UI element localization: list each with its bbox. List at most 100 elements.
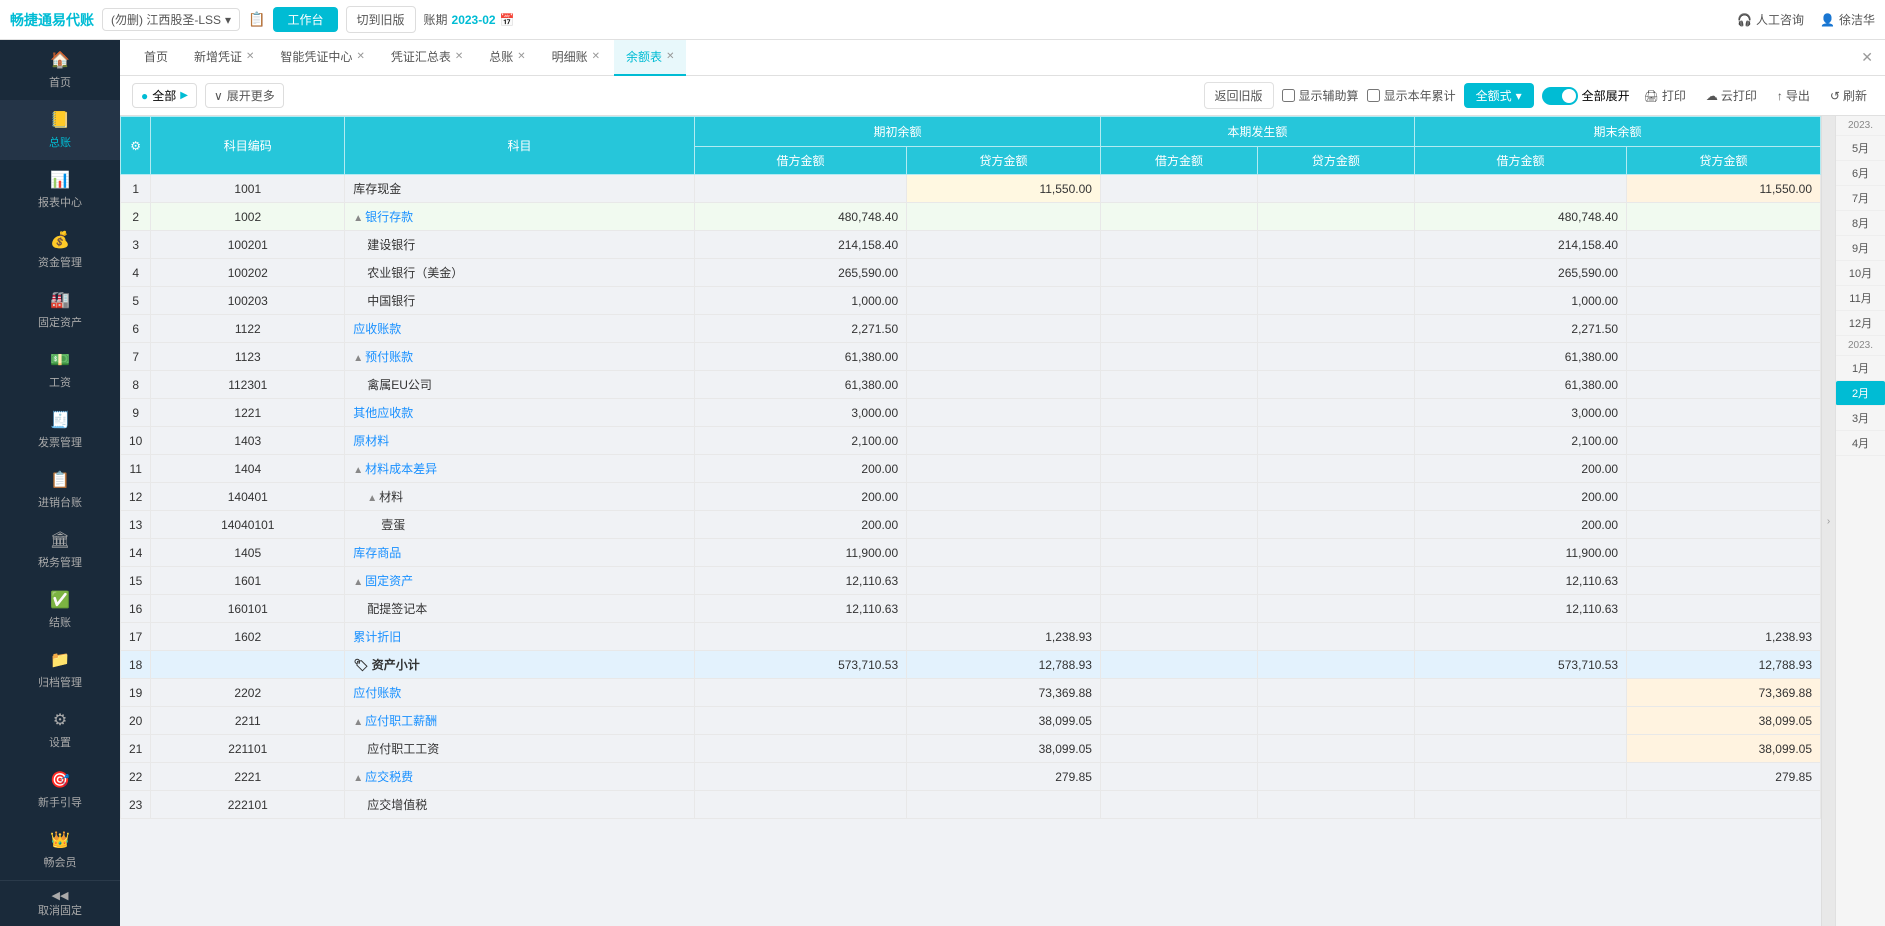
sidebar-icon: 🏭 — [50, 290, 70, 310]
sidebar-item-总账[interactable]: 📒总账 — [0, 100, 120, 160]
tab-close-icon[interactable]: ✕ — [455, 51, 463, 62]
tab-智能凭证中心[interactable]: 智能凭证中心✕ — [268, 40, 376, 76]
panel-month[interactable]: 2月 — [1836, 381, 1885, 406]
account-link[interactable]: 应交税费 — [365, 770, 413, 784]
account-link[interactable]: 累计折旧 — [353, 630, 401, 644]
account-link[interactable]: 其他应收款 — [353, 406, 413, 420]
account-link[interactable]: 固定资产 — [365, 574, 413, 588]
expand-tree-icon[interactable]: ▲ — [353, 773, 363, 784]
tab-总账[interactable]: 总账✕ — [477, 40, 537, 76]
unpin-bottom[interactable]: ◀◀ 取消固定 — [0, 880, 120, 926]
tab-凭证汇总表[interactable]: 凭证汇总表✕ — [379, 40, 475, 76]
panel-month[interactable]: 5月 — [1836, 136, 1885, 161]
close-all-icon[interactable]: ✕ — [1861, 49, 1873, 66]
sidebar-item-发票管理[interactable]: 🧾发票管理 — [0, 400, 120, 460]
account-link[interactable]: 库存商品 — [353, 546, 401, 560]
row-name: 应交增值税 — [345, 791, 695, 819]
panel-month[interactable]: 9月 — [1836, 236, 1885, 261]
show-aux-checkbox[interactable]: 显示辅助算 — [1282, 87, 1359, 104]
switch-old-button[interactable]: 切到旧版 — [346, 6, 416, 33]
sidebar-item-资金管理[interactable]: 💰资金管理 — [0, 220, 120, 280]
show-aux-input[interactable] — [1282, 89, 1295, 102]
panel-month[interactable]: 4月 — [1836, 431, 1885, 456]
cb-credit — [1627, 567, 1821, 595]
tab-余额表[interactable]: 余额表✕ — [614, 40, 686, 76]
row-seq: 5 — [121, 287, 151, 315]
tab-close-icon[interactable]: ✕ — [666, 51, 674, 62]
sidebar-item-归档管理[interactable]: 📁归档管理 — [0, 640, 120, 700]
show-ytd-input[interactable] — [1367, 89, 1380, 102]
tab-close-icon[interactable]: ✕ — [592, 51, 600, 62]
sidebar-item-首页[interactable]: 🏠首页 — [0, 40, 120, 100]
return-old-btn[interactable]: 返回旧版 — [1204, 82, 1274, 109]
sidebar-item-设置[interactable]: ⚙设置 — [0, 700, 120, 760]
panel-month[interactable]: 10月 — [1836, 261, 1885, 286]
expand-tree-icon[interactable]: ▲ — [353, 465, 363, 476]
service-btn[interactable]: 🎧 人工咨询 — [1737, 11, 1804, 28]
sidebar-item-新手引导[interactable]: 🎯新手引导 — [0, 760, 120, 820]
ob-credit-header: 贷方金额 — [907, 147, 1101, 175]
sidebar-label: 工资 — [49, 374, 71, 390]
panel-month[interactable]: 12月 — [1836, 311, 1885, 336]
expand-tree-icon[interactable]: ▲ — [353, 213, 363, 224]
cloud-print-btn[interactable]: ☁ 云打印 — [1700, 84, 1763, 107]
expand-tree-icon[interactable]: ▲ — [353, 717, 363, 728]
expand-tree-icon[interactable]: ▲ — [367, 493, 377, 504]
cb-debit: 3,000.00 — [1414, 399, 1626, 427]
user-profile[interactable]: 👤 徐洁华 — [1820, 11, 1875, 28]
table-row: 22 2221 ▲应交税费 279.85 279.85 — [121, 763, 1821, 791]
panel-month[interactable]: 1月 — [1836, 356, 1885, 381]
refresh-btn[interactable]: ↺ 刷新 — [1824, 84, 1873, 107]
sidebar-item-结账[interactable]: ✅结账 — [0, 580, 120, 640]
format-btn[interactable]: 全额式 ▾ — [1464, 83, 1534, 108]
print-btn[interactable]: 🖨 打印 — [1638, 84, 1692, 107]
panel-month[interactable]: 11月 — [1836, 286, 1885, 311]
panel-month[interactable]: 7月 — [1836, 186, 1885, 211]
tab-首页[interactable]: 首页 — [132, 40, 180, 76]
sidebar-item-工资[interactable]: 💵工资 — [0, 340, 120, 400]
expand-more-btn[interactable]: ∨ 展开更多 — [205, 83, 284, 108]
toggle-switch[interactable] — [1542, 87, 1578, 105]
cb-debit: 61,380.00 — [1414, 371, 1626, 399]
sidebar-icon: 🧾 — [50, 410, 70, 430]
ob-credit — [907, 259, 1101, 287]
expand-tree-icon[interactable]: ▲ — [353, 353, 363, 364]
tab-close-icon[interactable]: ✕ — [246, 51, 254, 62]
copy-icon[interactable]: 📋 — [248, 11, 265, 28]
calendar-icon[interactable]: 📅 — [500, 13, 515, 27]
sidebar-item-报表中心[interactable]: 📊报表中心 — [0, 160, 120, 220]
row-name: 🏷 资产小计 — [345, 651, 695, 679]
filter-dropdown[interactable]: ● 全部 ▶ — [132, 83, 197, 108]
sidebar-item-税务管理[interactable]: 🏛税务管理 — [0, 520, 120, 580]
account-link[interactable]: 应付账款 — [353, 686, 401, 700]
row-name: 中国银行 — [345, 287, 695, 315]
gear-header[interactable]: ⚙ — [121, 117, 151, 175]
panel-toggle[interactable]: › — [1821, 116, 1835, 926]
account-link[interactable]: 预付账款 — [365, 350, 413, 364]
account-link[interactable]: 材料成本差异 — [365, 462, 437, 476]
ob-debit: 200.00 — [694, 483, 906, 511]
sidebar-item-畅会员[interactable]: 👑畅会员 — [0, 820, 120, 880]
account-link[interactable]: 应收账款 — [353, 322, 401, 336]
panel-month[interactable]: 3月 — [1836, 406, 1885, 431]
show-ytd-checkbox[interactable]: 显示本年累计 — [1367, 87, 1456, 104]
expand-all-toggle[interactable]: 全部展开 — [1542, 87, 1630, 105]
account-link[interactable]: 应付职工薪酬 — [365, 714, 437, 728]
tab-close-icon[interactable]: ✕ — [356, 51, 364, 62]
sidebar-item-固定资产[interactable]: 🏭固定资产 — [0, 280, 120, 340]
tab-新增凭证[interactable]: 新增凭证✕ — [182, 40, 266, 76]
sidebar-label: 资金管理 — [38, 254, 82, 270]
panel-month[interactable]: 6月 — [1836, 161, 1885, 186]
sidebar-item-进销台账[interactable]: 📋进销台账 — [0, 460, 120, 520]
account-link[interactable]: 原材料 — [353, 434, 389, 448]
account-link[interactable]: 银行存款 — [365, 210, 413, 224]
cb-debit: 200.00 — [1414, 511, 1626, 539]
workbench-button[interactable]: 工作台 — [273, 7, 337, 32]
export-btn[interactable]: ↑ 导出 — [1771, 84, 1816, 107]
table-area[interactable]: ⚙ 科目编码 科目 期初余额 本期发生额 期末余额 借方金额 贷方金额 借方金额… — [120, 116, 1821, 926]
company-selector[interactable]: (勿删) 江西股圣-LSS ▾ — [102, 8, 240, 31]
tab-close-icon[interactable]: ✕ — [517, 51, 525, 62]
panel-month[interactable]: 8月 — [1836, 211, 1885, 236]
expand-tree-icon[interactable]: ▲ — [353, 577, 363, 588]
tab-明细账[interactable]: 明细账✕ — [540, 40, 612, 76]
